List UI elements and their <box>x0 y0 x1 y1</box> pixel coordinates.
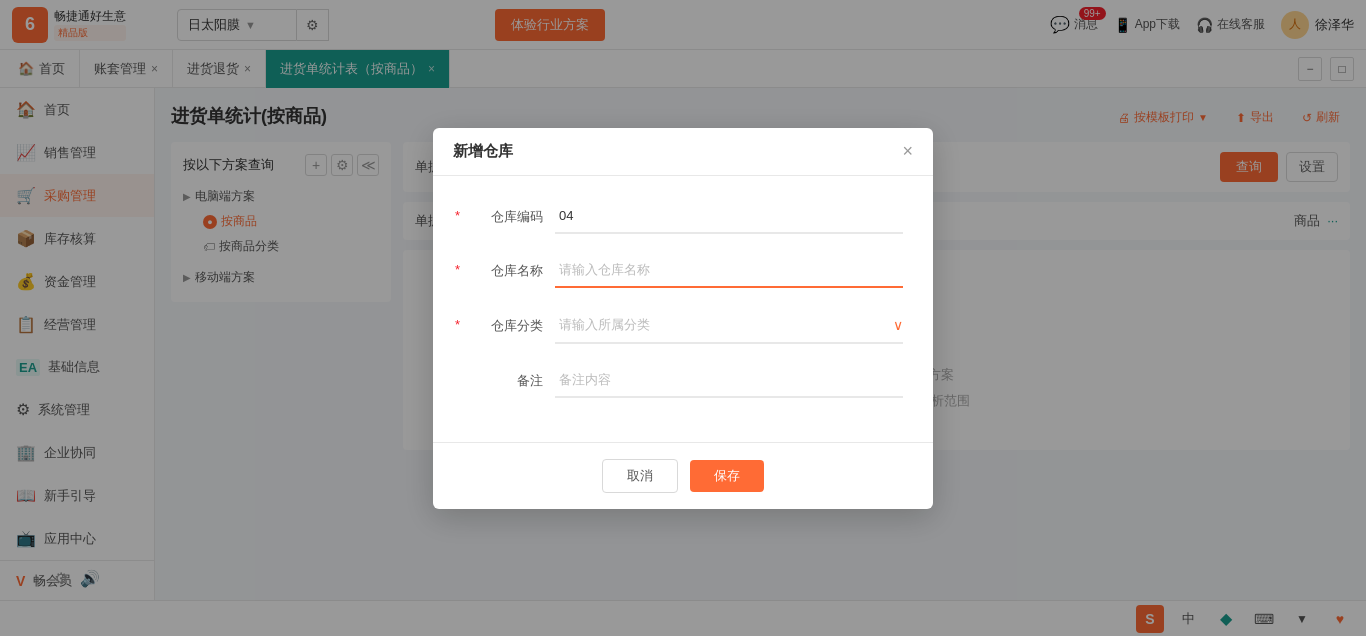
warehouse-name-input[interactable] <box>555 254 903 288</box>
new-warehouse-dialog: 新增仓库 × 仓库编码 仓库名称 仓库分类 ∨ <box>433 128 933 509</box>
warehouse-code-label: 仓库编码 <box>463 208 543 226</box>
warehouse-code-input[interactable] <box>555 200 903 234</box>
warehouse-category-row: 仓库分类 ∨ <box>463 308 903 344</box>
category-chevron-icon[interactable]: ∨ <box>893 317 903 333</box>
dialog-body: 仓库编码 仓库名称 仓库分类 ∨ 备注 <box>433 176 933 442</box>
dialog-title: 新增仓库 <box>453 142 513 161</box>
warehouse-category-label: 仓库分类 <box>463 317 543 335</box>
cancel-button[interactable]: 取消 <box>602 459 678 493</box>
dialog-footer: 取消 保存 <box>433 442 933 509</box>
warehouse-name-label: 仓库名称 <box>463 262 543 280</box>
save-button[interactable]: 保存 <box>690 460 764 492</box>
warehouse-code-row: 仓库编码 <box>463 200 903 234</box>
remark-row: 备注 <box>463 364 903 398</box>
remark-input[interactable] <box>555 364 903 398</box>
warehouse-name-row: 仓库名称 <box>463 254 903 288</box>
warehouse-category-select[interactable]: ∨ <box>555 308 903 344</box>
dialog-header: 新增仓库 × <box>433 128 933 176</box>
dialog-close-button[interactable]: × <box>902 142 913 160</box>
warehouse-category-input[interactable] <box>555 308 893 342</box>
modal-overlay: 新增仓库 × 仓库编码 仓库名称 仓库分类 ∨ <box>0 0 1366 636</box>
remark-label: 备注 <box>463 372 543 390</box>
